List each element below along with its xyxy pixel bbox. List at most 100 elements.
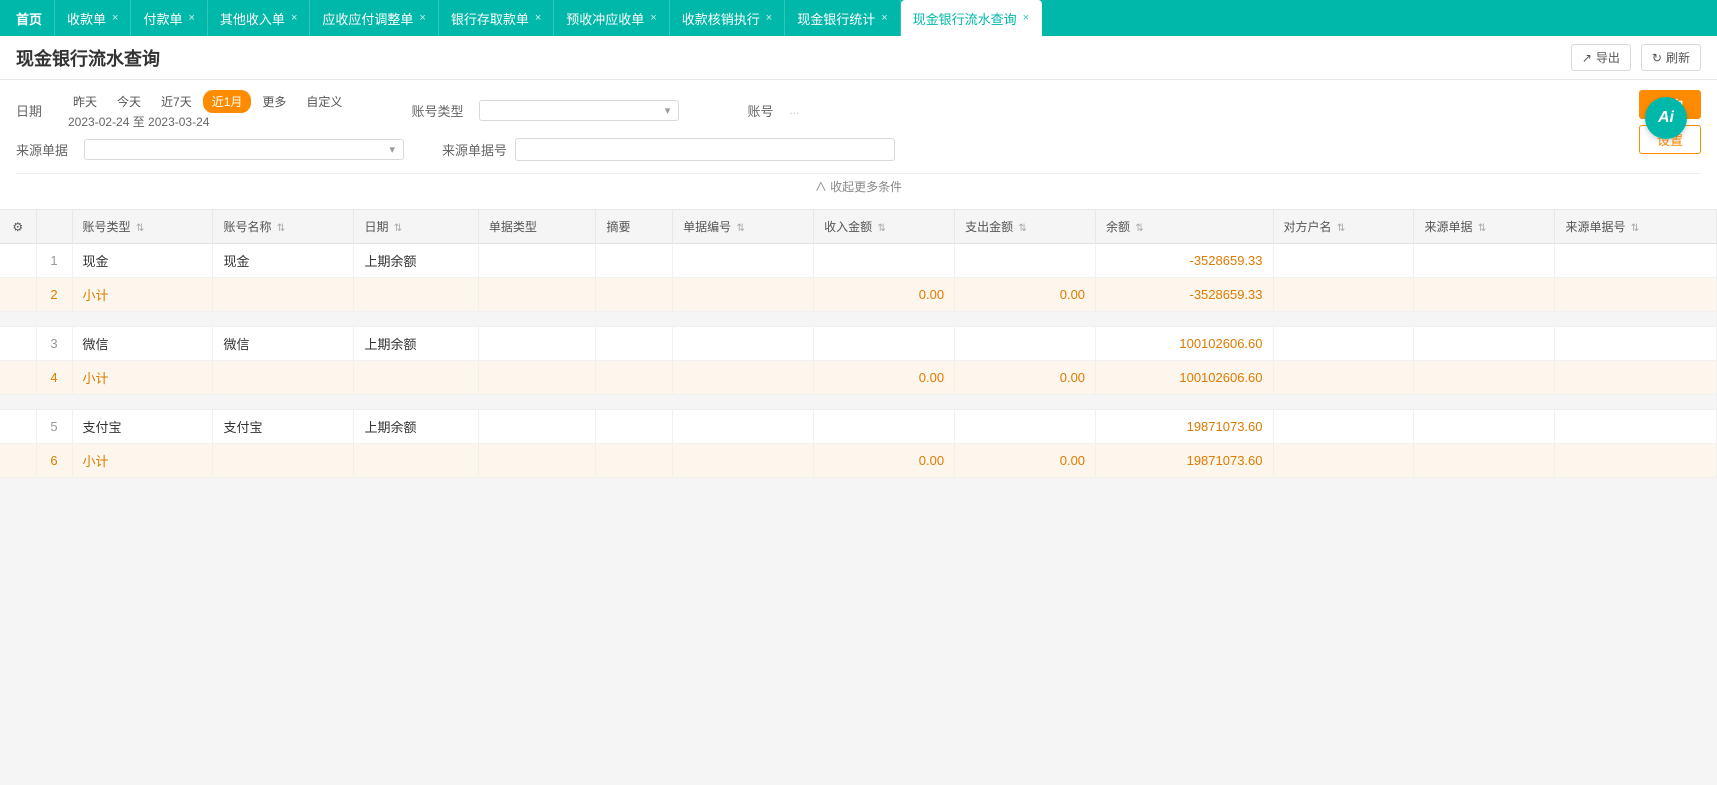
col-doc-no[interactable]: 单据编号 ⇅ (673, 210, 814, 244)
cell-date (354, 444, 478, 478)
cell-doc_no (673, 278, 814, 312)
cell-account_type: 小计 (72, 361, 213, 395)
table-row[interactable]: 4小计0.000.00100102606.60 (0, 361, 1717, 395)
row-gear (0, 278, 36, 312)
ai-label: Ai (1658, 109, 1674, 127)
date-opt-yesterday[interactable]: 昨天 (64, 90, 106, 113)
export-button[interactable]: ↗ 导出 (1571, 44, 1631, 71)
col-gear[interactable]: ⚙ (0, 210, 36, 244)
cell-doc_no (673, 244, 814, 278)
cell-doc_type (478, 278, 596, 312)
nav-prepay-offset-label: 预收冲应收单 (566, 9, 644, 28)
table-body: 1现金现金上期余额-3528659.332小计0.000.00-3528659.… (0, 244, 1717, 478)
cell-account_name: 支付宝 (213, 410, 354, 444)
col-account-type[interactable]: 账号类型 ⇅ (72, 210, 213, 244)
cell-counterpart (1273, 327, 1414, 361)
cell-doc_type (478, 244, 596, 278)
cell-source_doc (1414, 244, 1555, 278)
cell-expense (955, 327, 1096, 361)
cell-doc_type (478, 327, 596, 361)
nav-other-income-close[interactable]: × (291, 12, 297, 24)
nav-receipt-verify-close[interactable]: × (766, 12, 772, 24)
nav-home[interactable]: 首页 (4, 0, 55, 36)
cell-balance: -3528659.33 (1096, 244, 1273, 278)
col-account-name[interactable]: 账号名称 ⇅ (213, 210, 354, 244)
cell-income: 0.00 (814, 361, 955, 395)
col-source-doc-no[interactable]: 来源单据号 ⇅ (1555, 210, 1717, 244)
source-doc-chevron: ▾ (389, 143, 395, 156)
source-doc-no-input[interactable] (515, 138, 895, 161)
account-type-chevron: ▾ (665, 104, 671, 117)
cell-source_doc_no (1555, 410, 1717, 444)
col-source-doc[interactable]: 来源单据 ⇅ (1414, 210, 1555, 244)
nav-other-income[interactable]: 其他收入单 × (208, 0, 310, 36)
cell-counterpart (1273, 410, 1414, 444)
cell-account_type: 小计 (72, 444, 213, 478)
cell-summary (596, 278, 673, 312)
date-opt-custom[interactable]: 自定义 (297, 90, 351, 113)
cell-account_name: 微信 (213, 327, 354, 361)
source-doc-select[interactable]: ▾ (84, 139, 404, 160)
date-opt-1month[interactable]: 近1月 (203, 90, 252, 113)
export-label: 导出 (1596, 49, 1620, 66)
date-opt-today[interactable]: 今天 (108, 90, 150, 113)
date-filter-group: 昨天 今天 近7天 近1月 更多 自定义 2023-02-24 至 2023-0… (64, 90, 351, 130)
filter-bar: 日期 昨天 今天 近7天 近1月 更多 自定义 2023-02-24 至 202… (0, 80, 1717, 210)
date-opt-7days[interactable]: 近7天 (152, 90, 201, 113)
cell-balance: -3528659.33 (1096, 278, 1273, 312)
nav-bank-deposit[interactable]: 银行存取款单 × (439, 0, 554, 36)
cell-income (814, 327, 955, 361)
date-label: 日期 (16, 101, 56, 120)
filter-section: 日期 昨天 今天 近7天 近1月 更多 自定义 2023-02-24 至 202… (16, 90, 1701, 169)
col-counterpart[interactable]: 对方户名 ⇅ (1273, 210, 1414, 244)
nav-cash-flow-close[interactable]: × (1023, 12, 1029, 24)
table-row[interactable]: 2小计0.000.00-3528659.33 (0, 278, 1717, 312)
cell-date (354, 278, 478, 312)
table-row[interactable]: 1现金现金上期余额-3528659.33 (0, 244, 1717, 278)
account-type-select[interactable]: ▾ (479, 100, 679, 121)
col-balance[interactable]: 余额 ⇅ (1096, 210, 1273, 244)
top-nav: 首页 收款单 × 付款单 × 其他收入单 × 应收应付调整单 × 银行存取款单 … (0, 0, 1717, 36)
date-opt-more[interactable]: 更多 (253, 90, 295, 113)
cell-doc_no (673, 444, 814, 478)
cell-source_doc (1414, 327, 1555, 361)
nav-prepay-offset[interactable]: 预收冲应收单 × (554, 0, 669, 36)
export-icon: ↗ (1582, 51, 1592, 65)
nav-ar-ap-adjust-close[interactable]: × (419, 12, 425, 24)
table-row[interactable]: 6小计0.000.0019871073.60 (0, 444, 1717, 478)
refresh-button[interactable]: ↻ 刷新 (1641, 44, 1701, 71)
nav-payment[interactable]: 付款单 × (131, 0, 207, 36)
cell-source_doc_no (1555, 444, 1717, 478)
cell-balance: 19871073.60 (1096, 444, 1273, 478)
nav-prepay-offset-close[interactable]: × (650, 12, 656, 24)
filter-row-2: 来源单据 ▾ 来源单据号 (16, 138, 1623, 161)
nav-cash-flow-query[interactable]: 现金银行流水查询 × (901, 0, 1042, 36)
row-idx: 6 (36, 444, 72, 478)
col-summary: 摘要 (596, 210, 673, 244)
nav-cash-stat[interactable]: 现金银行统计 × (785, 0, 900, 36)
nav-receipt-close[interactable]: × (112, 12, 118, 24)
nav-ar-ap-adjust[interactable]: 应收应付调整单 × (310, 0, 438, 36)
nav-payment-close[interactable]: × (188, 12, 194, 24)
nav-receipt-label: 收款单 (67, 9, 106, 28)
cell-summary (596, 327, 673, 361)
nav-receipt-verify[interactable]: 收款核销执行 × (670, 0, 785, 36)
cell-date: 上期余额 (354, 410, 478, 444)
cell-account_name (213, 361, 354, 395)
cell-expense: 0.00 (955, 444, 1096, 478)
col-date[interactable]: 日期 ⇅ (354, 210, 478, 244)
col-income[interactable]: 收入金额 ⇅ (814, 210, 955, 244)
cell-doc_no (673, 410, 814, 444)
cell-balance: 19871073.60 (1096, 410, 1273, 444)
col-expense[interactable]: 支出金额 ⇅ (955, 210, 1096, 244)
nav-other-income-label: 其他收入单 (220, 9, 285, 28)
nav-bank-deposit-close[interactable]: × (535, 12, 541, 24)
table-row[interactable]: 3微信微信上期余额100102606.60 (0, 327, 1717, 361)
ai-badge[interactable]: Ai (1645, 97, 1687, 139)
nav-cash-stat-close[interactable]: × (881, 12, 887, 24)
cell-balance: 100102606.60 (1096, 361, 1273, 395)
table-row[interactable]: 5支付宝支付宝上期余额19871073.60 (0, 410, 1717, 444)
collapse-bar[interactable]: ∧ 收起更多条件 (16, 173, 1701, 199)
cell-income: 0.00 (814, 444, 955, 478)
nav-receipt[interactable]: 收款单 × (55, 0, 131, 36)
